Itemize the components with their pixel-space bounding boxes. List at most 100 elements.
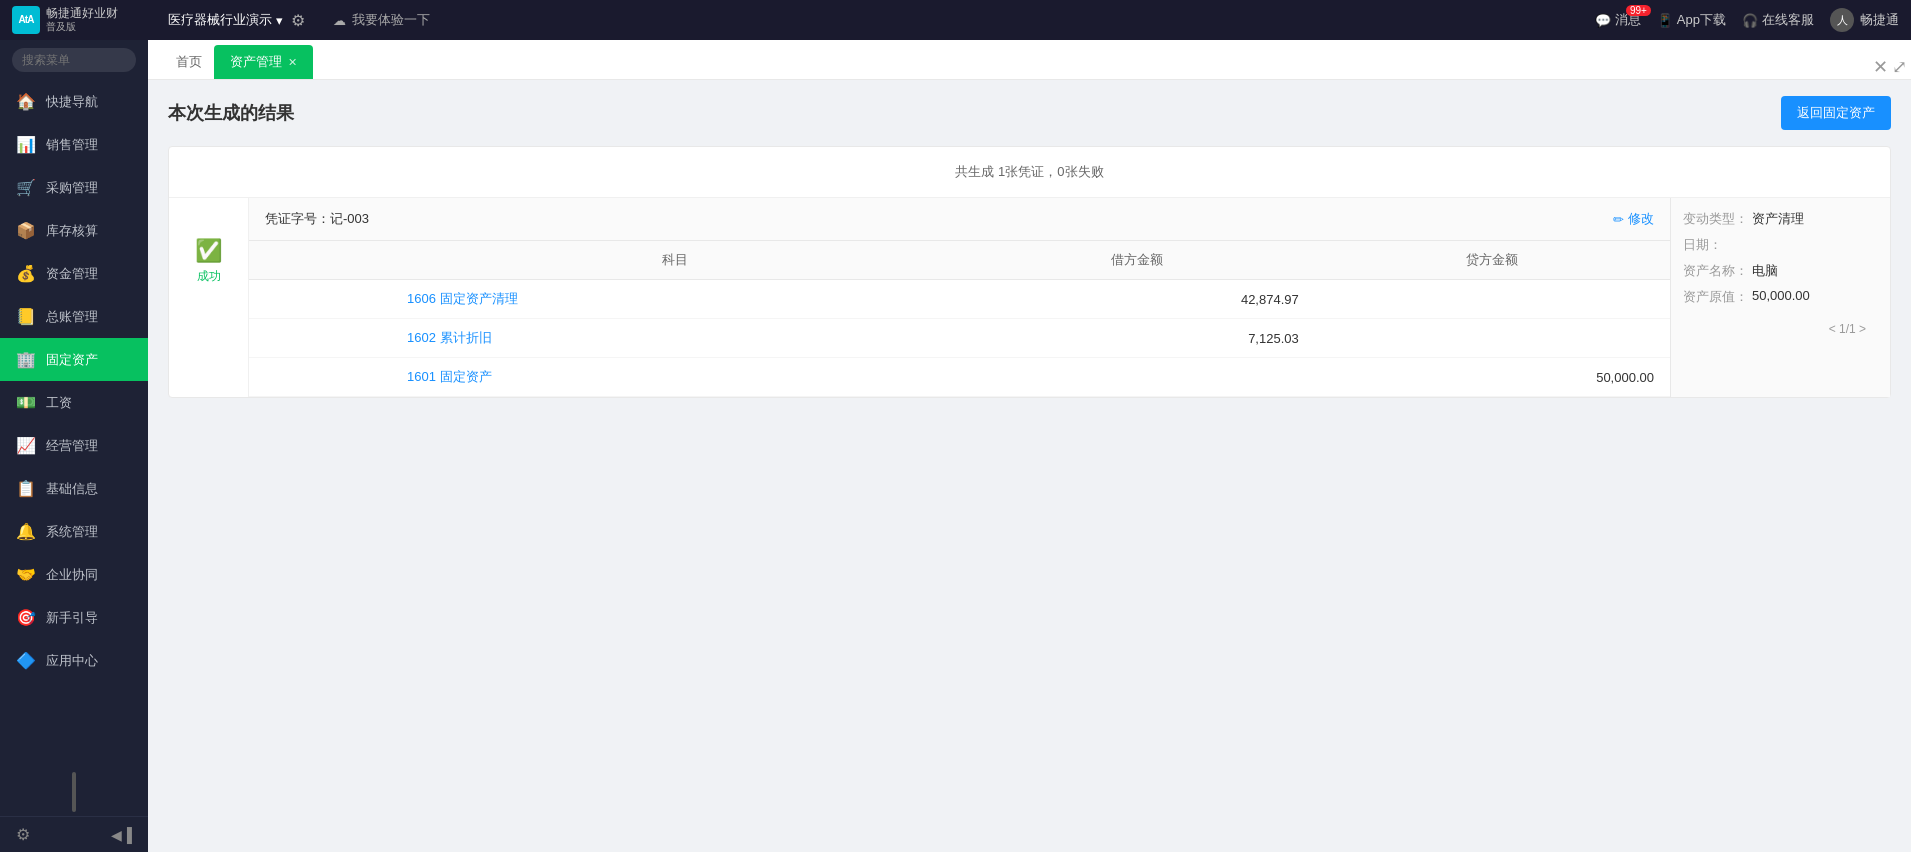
enterprise-icon: 🤝 <box>16 565 36 584</box>
trial-button[interactable]: ☁ 我要体验一下 <box>333 11 430 29</box>
messages-button[interactable]: 💬 消息 99+ <box>1595 11 1641 29</box>
page-content: 本次生成的结果 返回固定资产 共生成 1张凭证，0张失败 ✅ 成功 <box>148 80 1911 852</box>
expand-panel-button[interactable]: ⤢ <box>1892 56 1907 78</box>
edit-icon: ✏ <box>1613 212 1624 227</box>
sidebar-item-general-ledger[interactable]: 📒 总账管理 <box>0 295 148 338</box>
chevron-down-icon: ▾ <box>276 13 283 28</box>
operations-icon: 📈 <box>16 436 36 455</box>
collapse-icon[interactable]: ◀▐ <box>111 827 132 843</box>
purchase-icon: 🛒 <box>16 178 36 197</box>
subject-cell-3[interactable]: 1601 固定资产 <box>391 358 959 397</box>
sidebar: 🏠 快捷导航 📊 销售管理 🛒 采购管理 📦 库存核算 💰 资金管理 📒 <box>0 40 148 852</box>
sidebar-scrollbar-thumb <box>72 772 76 812</box>
close-panel-button[interactable]: ✕ <box>1873 56 1888 78</box>
edit-button[interactable]: ✏ 修改 <box>1613 210 1654 228</box>
voucher-number: 凭证字号：记-003 <box>265 210 369 228</box>
settings-icon[interactable]: ⚙ <box>291 11 305 30</box>
voucher-header: 凭证字号：记-003 ✏ 修改 <box>249 198 1670 241</box>
status-label: 成功 <box>197 268 221 285</box>
field-asset-name: 资产名称： 电脑 <box>1683 262 1878 280</box>
page-title: 本次生成的结果 <box>168 101 294 125</box>
cloud-icon: ☁ <box>333 13 346 28</box>
voucher-sidebar: 变动类型： 资产清理 日期： 资产名称： 电脑 资产原值： <box>1670 198 1890 397</box>
table-row: 1602 累计折旧 7,125.03 <box>249 319 1670 358</box>
tabbar: 首页 资产管理 ✕ <box>148 40 1911 80</box>
tab-close-icon[interactable]: ✕ <box>288 56 297 69</box>
debit-cell-1: 42,874.97 <box>960 280 1315 319</box>
user-menu[interactable]: 人 畅捷通 <box>1830 8 1899 32</box>
sidebar-item-capital[interactable]: 💰 资金管理 <box>0 252 148 295</box>
headset-icon: 🎧 <box>1742 13 1758 28</box>
sidebar-nav: 🏠 快捷导航 📊 销售管理 🛒 采购管理 📦 库存核算 💰 资金管理 📒 <box>0 80 148 768</box>
company-selector[interactable]: 医疗器械行业演示 ▾ <box>168 11 283 29</box>
tab-asset-mgmt[interactable]: 资产管理 ✕ <box>214 45 313 79</box>
field-change-type: 变动类型： 资产清理 <box>1683 210 1878 228</box>
table-row: 1606 固定资产清理 42,874.97 <box>249 280 1670 319</box>
debit-cell-3 <box>960 358 1315 397</box>
sales-icon: 📊 <box>16 135 36 154</box>
system-icon: 🔔 <box>16 522 36 541</box>
voucher-main: 凭证字号：记-003 ✏ 修改 科目 借方金额 <box>249 198 1670 397</box>
phone-icon: 📱 <box>1657 13 1673 28</box>
inventory-icon: 📦 <box>16 221 36 240</box>
status-column: ✅ 成功 <box>169 198 249 397</box>
credit-cell-3: 50,000.00 <box>1315 358 1670 397</box>
sidebar-item-inventory[interactable]: 📦 库存核算 <box>0 209 148 252</box>
panel-controls: ✕ ⤢ <box>1873 56 1907 78</box>
sidebar-item-app-center[interactable]: 🔷 应用中心 <box>0 639 148 682</box>
sidebar-item-quick-nav[interactable]: 🏠 快捷导航 <box>0 80 148 123</box>
result-summary: 共生成 1张凭证，0张失败 <box>169 147 1890 198</box>
sidebar-item-purchase[interactable]: 🛒 采购管理 <box>0 166 148 209</box>
capital-icon: 💰 <box>16 264 36 283</box>
app-download-button[interactable]: 📱 App下载 <box>1657 11 1726 29</box>
home-icon: 🏠 <box>16 92 36 111</box>
sidebar-item-sales[interactable]: 📊 销售管理 <box>0 123 148 166</box>
payroll-icon: 💵 <box>16 393 36 412</box>
app-logo: AtA 畅捷通好业财 普及版 <box>12 6 160 34</box>
settings-bottom-icon[interactable]: ⚙ <box>16 825 30 844</box>
table-header-credit: 贷方金额 <box>1315 241 1670 280</box>
app-center-icon: 🔷 <box>16 651 36 670</box>
topbar-right: 💬 消息 99+ 📱 App下载 🎧 在线客服 人 畅捷通 <box>1595 8 1899 32</box>
sidebar-item-operations[interactable]: 📈 经营管理 <box>0 424 148 467</box>
building-icon: 🏢 <box>16 350 36 369</box>
tab-home[interactable]: 首页 <box>164 45 214 79</box>
topbar-center: 医疗器械行业演示 ▾ ⚙ ☁ 我要体验一下 <box>160 11 1595 30</box>
online-service-button[interactable]: 🎧 在线客服 <box>1742 11 1814 29</box>
return-button[interactable]: 返回固定资产 <box>1781 96 1891 130</box>
page-header: 本次生成的结果 返回固定资产 <box>168 96 1891 130</box>
subject-cell-1[interactable]: 1606 固定资产清理 <box>391 280 959 319</box>
voucher-table: 科目 借方金额 贷方金额 1606 固定资产清理 42,874.97 <box>249 241 1670 397</box>
search-input[interactable] <box>12 48 136 72</box>
sidebar-item-payroll[interactable]: 💵 工资 <box>0 381 148 424</box>
result-panel: 共生成 1张凭证，0张失败 ✅ 成功 凭证字号：记-003 ✏ <box>168 146 1891 398</box>
subject-cell-2[interactable]: 1602 累计折旧 <box>391 319 959 358</box>
avatar: 人 <box>1830 8 1854 32</box>
ledger-icon: 📒 <box>16 307 36 326</box>
debit-cell-2: 7,125.03 <box>960 319 1315 358</box>
table-row: 1601 固定资产 50,000.00 <box>249 358 1670 397</box>
sidebar-item-system[interactable]: 🔔 系统管理 <box>0 510 148 553</box>
sidebar-item-guide[interactable]: 🎯 新手引导 <box>0 596 148 639</box>
credit-cell-2 <box>1315 319 1670 358</box>
pagination[interactable]: < 1/1 > <box>1683 314 1878 344</box>
guide-icon: 🎯 <box>16 608 36 627</box>
logo-text: 畅捷通好业财 <box>46 6 118 20</box>
logo-sub: 普及版 <box>46 20 118 34</box>
content-area: 首页 资产管理 ✕ 本次生成的结果 返回固定资产 共生成 1张凭证，0张失败 <box>148 40 1911 852</box>
sidebar-item-enterprise[interactable]: 🤝 企业协同 <box>0 553 148 596</box>
success-icon: ✅ <box>195 238 222 264</box>
table-header-status <box>249 241 391 280</box>
table-header-debit: 借方金额 <box>960 241 1315 280</box>
sidebar-bottom: ⚙ ◀▐ <box>0 816 148 852</box>
field-asset-value: 资产原值： 50,000.00 <box>1683 288 1878 306</box>
topbar: AtA 畅捷通好业财 普及版 医疗器械行业演示 ▾ ⚙ ☁ 我要体验一下 💬 消… <box>0 0 1911 40</box>
credit-cell-1 <box>1315 280 1670 319</box>
sidebar-item-fixed-assets[interactable]: 🏢 固定资产 <box>0 338 148 381</box>
sidebar-item-basic-info[interactable]: 📋 基础信息 <box>0 467 148 510</box>
messages-badge: 99+ <box>1626 5 1651 16</box>
table-header-subject: 科目 <box>391 241 959 280</box>
field-date: 日期： <box>1683 236 1878 254</box>
voucher-section: ✅ 成功 凭证字号：记-003 ✏ 修改 <box>169 198 1890 397</box>
main-layout: 🏠 快捷导航 📊 销售管理 🛒 采购管理 📦 库存核算 💰 资金管理 📒 <box>0 40 1911 852</box>
